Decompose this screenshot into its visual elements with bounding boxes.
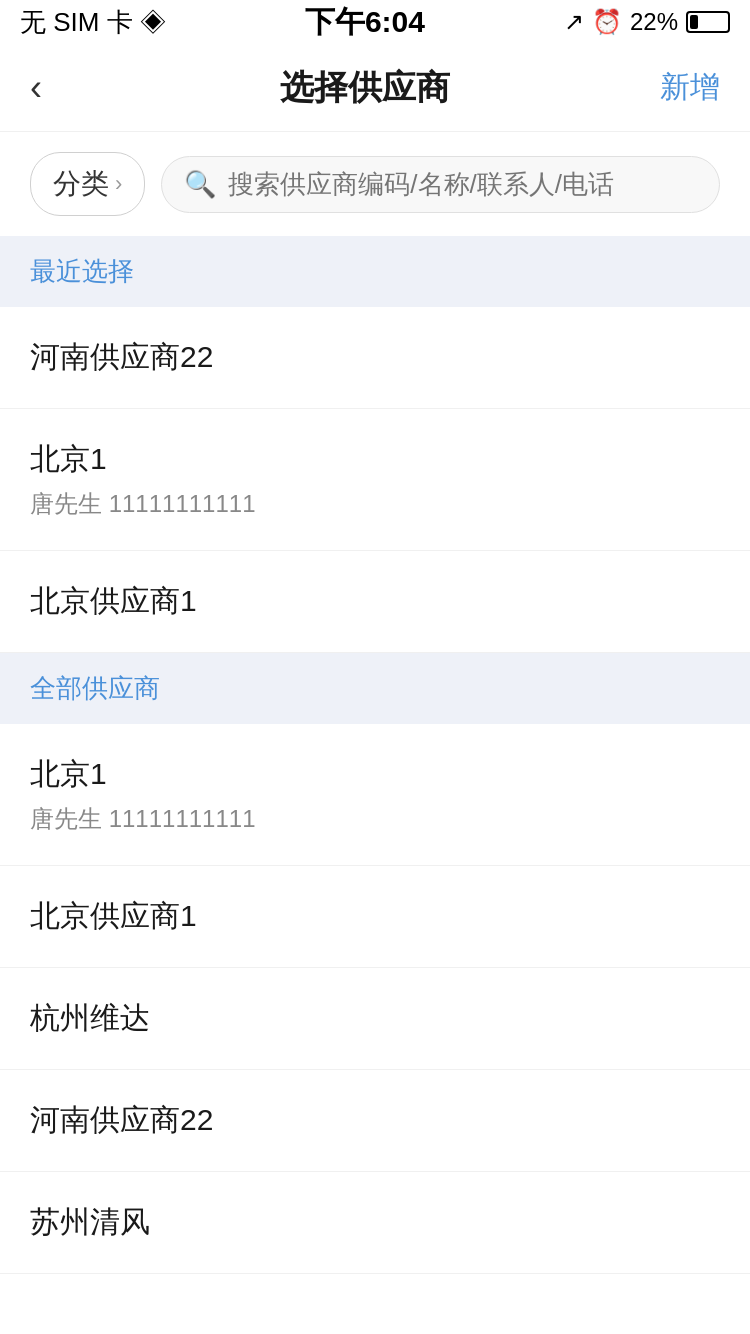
list-item[interactable]: 杭州维达 <box>0 968 750 1070</box>
all-list: 北京1 唐先生 11111111111 北京供应商1 杭州维达河南供应商22 苏州清风 <box>0 724 750 1274</box>
alarm-icon: ⏰ <box>592 8 622 36</box>
add-button[interactable]: 新增 <box>640 67 720 108</box>
battery-icon <box>686 11 730 33</box>
list-item[interactable]: 苏州清风 <box>0 1172 750 1274</box>
item-name: 河南供应商22 <box>30 337 720 378</box>
item-name: 北京1 <box>30 439 720 480</box>
recent-section-header: 最近选择 <box>0 236 750 307</box>
item-sub: 唐先生 11111111111 <box>30 488 720 520</box>
list-item[interactable]: 北京1 唐先生 11111111111 <box>0 409 750 551</box>
back-button[interactable]: ‹ <box>30 67 90 109</box>
item-name: 北京供应商1 <box>30 896 720 937</box>
item-name: 杭州维达 <box>30 998 720 1039</box>
list-item[interactable]: 北京1 唐先生 11111111111 <box>0 724 750 866</box>
nav-bar: ‹ 选择供应商 新增 <box>0 44 750 132</box>
item-name: 苏州清风 <box>30 1202 720 1243</box>
list-item[interactable]: 北京供应商1 <box>0 866 750 968</box>
location-icon: ↗ <box>564 8 584 36</box>
search-input-wrap: 🔍 <box>161 156 720 213</box>
search-bar: 分类 › 🔍 <box>0 132 750 236</box>
chevron-right-icon: › <box>115 171 122 197</box>
status-bar: 无 SIM 卡 ◈ 下午6:04 ↗ ⏰ 22% <box>0 0 750 44</box>
status-left: 无 SIM 卡 ◈ <box>20 5 166 40</box>
item-name: 北京供应商1 <box>30 581 720 622</box>
status-time: 下午6:04 <box>305 2 425 43</box>
list-item[interactable]: 河南供应商22 <box>0 1070 750 1172</box>
category-label: 分类 <box>53 165 109 203</box>
category-button[interactable]: 分类 › <box>30 152 145 216</box>
all-section-header: 全部供应商 <box>0 653 750 724</box>
recent-list: 河南供应商22 北京1 唐先生 11111111111 北京供应商1 <box>0 307 750 653</box>
item-name: 北京1 <box>30 754 720 795</box>
battery-percent: 22% <box>630 8 678 36</box>
status-right: ↗ ⏰ 22% <box>564 8 730 36</box>
search-input[interactable] <box>228 169 697 200</box>
item-sub: 唐先生 11111111111 <box>30 803 720 835</box>
item-name: 河南供应商22 <box>30 1100 720 1141</box>
list-item[interactable]: 北京供应商1 <box>0 551 750 653</box>
page-title: 选择供应商 <box>280 65 450 111</box>
list-item[interactable]: 河南供应商22 <box>0 307 750 409</box>
search-icon: 🔍 <box>184 169 216 200</box>
